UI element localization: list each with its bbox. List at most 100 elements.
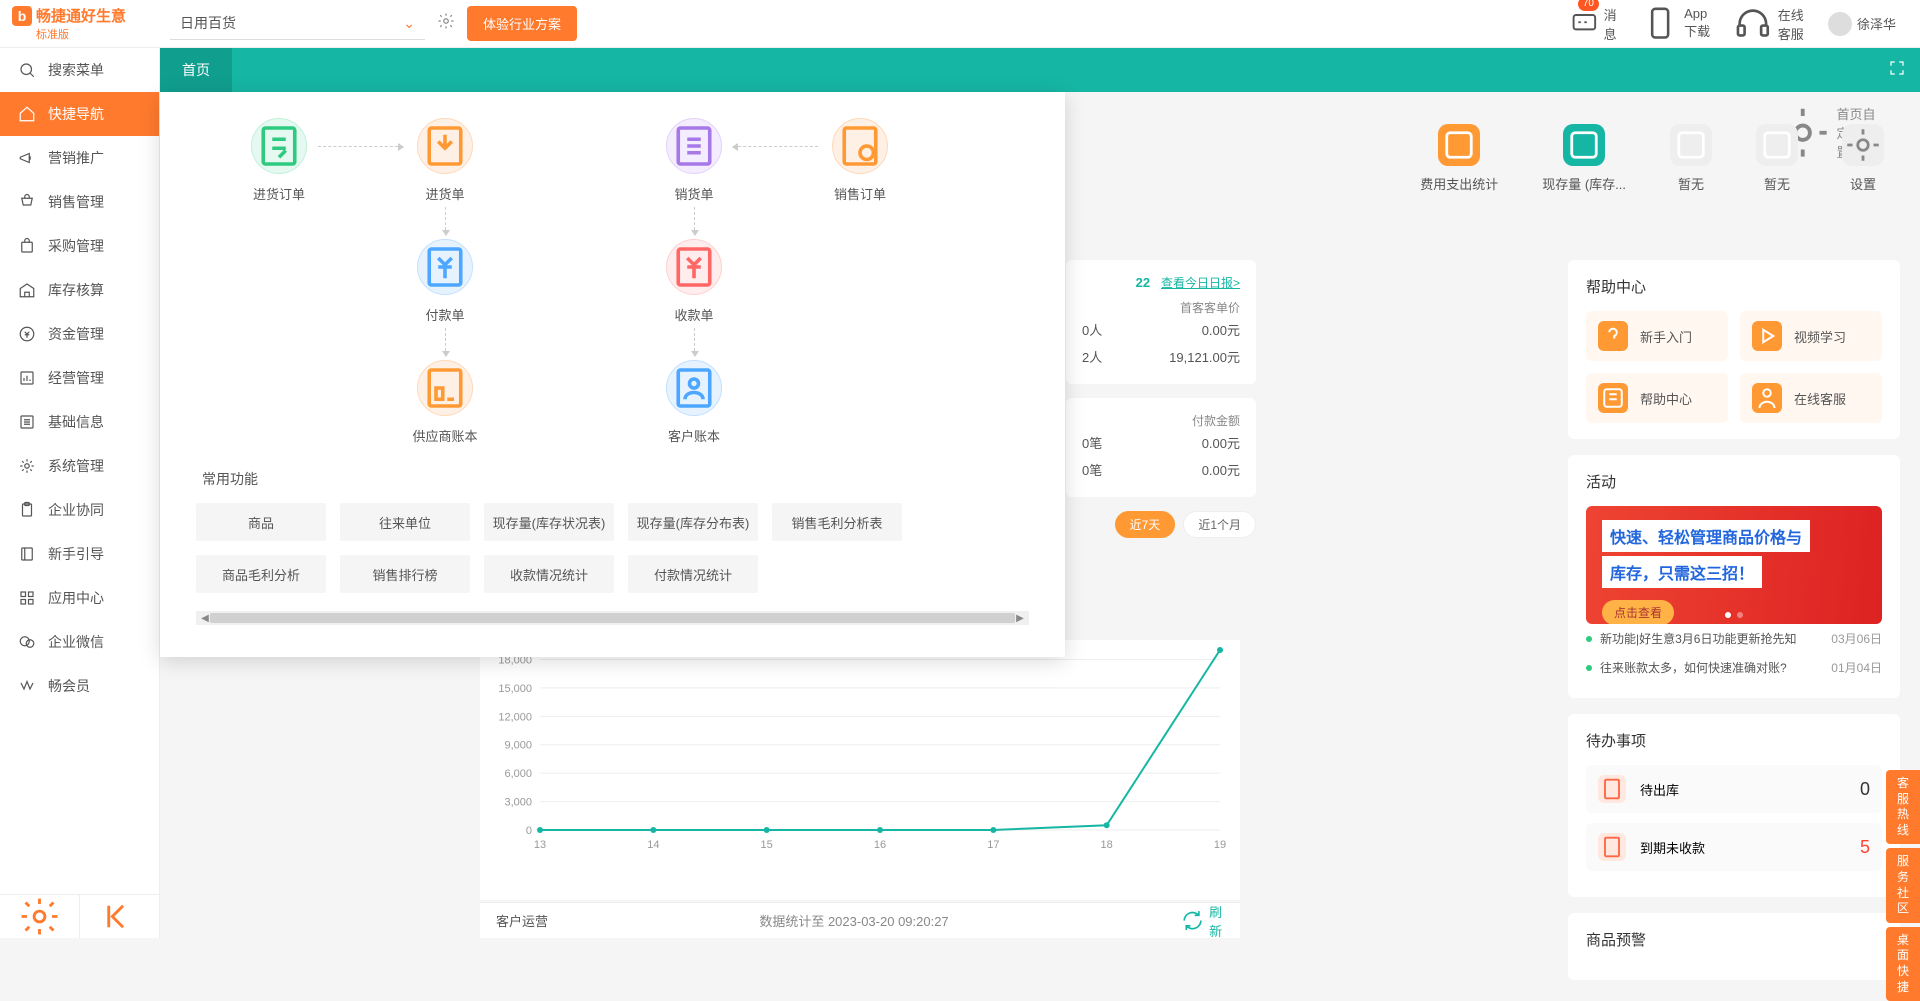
common-fn-button[interactable]: 销售毛利分析表 — [772, 503, 902, 541]
receipt-icon — [666, 239, 722, 295]
sidebar-item-clipboard[interactable]: 企业协同 — [0, 488, 159, 532]
shortcut-item[interactable]: 费用支出统计 — [1420, 124, 1498, 193]
scroll-right-icon[interactable]: ▶ — [1013, 613, 1027, 624]
logo[interactable]: b 畅捷通好生意 — [12, 5, 126, 26]
activity-banner[interactable]: 快速、轻松管理商品价格与 库存，只需这三招！ 点击查看 — [1586, 506, 1882, 624]
common-fn-button[interactable]: 现存量(库存分布表) — [628, 503, 758, 541]
sidebar-item-gear[interactable]: 系统管理 — [0, 444, 159, 488]
news-item[interactable]: 新功能|好生意3月6日功能更新抢先知03月06日 — [1586, 624, 1882, 653]
settings-gear-icon[interactable] — [437, 12, 455, 35]
common-fn-button[interactable]: 商品 — [196, 503, 326, 541]
flow-customer-ledger[interactable]: 客户账本 — [611, 360, 777, 445]
flow-sales-slip[interactable]: 销货单 — [611, 118, 777, 203]
period-7d[interactable]: 近7天 — [1115, 511, 1176, 538]
home-icon — [18, 105, 36, 123]
sidebar-item-cart[interactable]: 销售管理 — [0, 180, 159, 224]
common-fn-button[interactable]: 收款情况统计 — [484, 555, 614, 593]
sidebar-item-warehouse[interactable]: 库存核算 — [0, 268, 159, 312]
todo-icon — [1598, 833, 1626, 861]
purchase-order-icon — [251, 118, 307, 174]
shortcut-item[interactable]: 暂无 — [1756, 124, 1798, 193]
shortcut-item[interactable]: 暂无 — [1670, 124, 1712, 193]
carousel-dots[interactable] — [1725, 612, 1743, 618]
flow-sales-order[interactable]: 销售订单 — [777, 118, 943, 445]
refresh-button[interactable]: 刷新 — [1180, 902, 1224, 940]
sidebar-item-list[interactable]: 基础信息 — [0, 400, 159, 444]
experience-button[interactable]: 体验行业方案 — [467, 6, 577, 41]
todo-title: 待办事项 — [1586, 730, 1882, 751]
help-icon — [1752, 321, 1782, 351]
sidebar-collapse-icon[interactable] — [80, 895, 159, 938]
header-right: 70 消息 App下载 在线客服 徐泽华 — [1570, 4, 1920, 44]
float-tag[interactable]: 客服热线 — [1886, 770, 1920, 844]
app-download-link[interactable]: App下载 — [1641, 4, 1711, 42]
sidebar-item-coin[interactable]: 资金管理 — [0, 312, 159, 356]
flow-payment[interactable]: 付款单 — [362, 239, 528, 324]
banner-cta-button[interactable]: 点击查看 — [1602, 600, 1674, 624]
tab-home[interactable]: 首页 — [160, 48, 232, 92]
search-icon — [18, 61, 36, 79]
daily-report-link[interactable]: 查看今日日报> — [1161, 276, 1240, 290]
float-tag[interactable]: 服务社区 — [1886, 848, 1920, 922]
help-item[interactable]: 视频学习 — [1740, 311, 1882, 361]
horizontal-scrollbar[interactable]: ◀ ▶ — [196, 611, 1029, 625]
message-icon — [1570, 9, 1599, 38]
product-warning-card: 商品预警 — [1568, 913, 1900, 980]
svg-text:15,000: 15,000 — [498, 683, 532, 695]
sidebar-settings-icon[interactable] — [0, 895, 80, 938]
help-icon — [1598, 383, 1628, 413]
common-fn-button[interactable]: 往来单位 — [340, 503, 470, 541]
todo-item[interactable]: 待出库0 — [1586, 765, 1882, 813]
flow-purchase-slip[interactable]: 进货单 — [362, 118, 528, 203]
news-item[interactable]: 往来账款太多，如何快速准确对账?01月04日 — [1586, 653, 1882, 682]
svg-text:0: 0 — [526, 825, 532, 837]
sidebar-item-grid[interactable]: 应用中心 — [0, 576, 159, 620]
wechat-icon — [18, 633, 36, 651]
sidebar-item-megaphone[interactable]: 营销推广 — [0, 136, 159, 180]
book-icon — [18, 545, 36, 563]
flow-receipt[interactable]: 收款单 — [611, 239, 777, 324]
sidebar-item-vip[interactable]: 畅会员 — [0, 664, 159, 708]
help-item[interactable]: 在线客服 — [1740, 373, 1882, 423]
shortcut-icon — [1563, 124, 1605, 166]
flow-purchase-order[interactable]: 进货订单 — [196, 118, 362, 445]
sidebar-item-book[interactable]: 新手引导 — [0, 532, 159, 576]
user-menu[interactable]: 徐泽华 — [1828, 12, 1896, 36]
category-value: 日用百货 — [180, 13, 236, 33]
sidebar-item-bag[interactable]: 采购管理 — [0, 224, 159, 268]
activity-card: 活动 快速、轻松管理商品价格与 库存，只需这三招！ 点击查看 新功能|好生意3月… — [1568, 455, 1900, 698]
sidebar-item-wechat[interactable]: 企业微信 — [0, 620, 159, 664]
sidebar-item-chart[interactable]: 经营管理 — [0, 356, 159, 400]
common-fn-button[interactable]: 销售排行榜 — [340, 555, 470, 593]
svg-text:6,000: 6,000 — [504, 768, 532, 780]
category-select[interactable]: 日用百货 ⌄ — [170, 8, 425, 40]
period-1m[interactable]: 近1个月 — [1183, 511, 1256, 538]
bullet-icon — [1586, 636, 1592, 642]
common-fn-button[interactable]: 现存量(库存状况表) — [484, 503, 614, 541]
sidebar-item-search[interactable]: 搜索菜单 — [0, 48, 159, 92]
message-link[interactable]: 70 消息 — [1570, 5, 1619, 43]
shortcut-item[interactable]: 设置 — [1842, 124, 1884, 193]
warning-title: 商品预警 — [1586, 929, 1882, 950]
fullscreen-icon[interactable] — [1874, 59, 1920, 82]
todo-item[interactable]: 到期未收款5 — [1586, 823, 1882, 871]
help-icon — [1598, 321, 1628, 351]
payment-icon — [417, 239, 473, 295]
todo-card: 待办事项 待出库0 到期未收款5 — [1568, 714, 1900, 897]
headset-icon — [1733, 4, 1773, 44]
common-fn-button[interactable]: 商品毛利分析 — [196, 555, 326, 593]
bullet-icon — [1586, 665, 1592, 671]
online-service-link[interactable]: 在线客服 — [1733, 4, 1806, 44]
phone-icon — [1641, 4, 1679, 42]
shortcut-icon — [1756, 124, 1798, 166]
shortcut-item[interactable]: 现存量 (库存... — [1542, 124, 1626, 193]
common-fn-button[interactable]: 付款情况统计 — [628, 555, 758, 593]
scrollbar-thumb[interactable] — [210, 613, 1015, 623]
sidebar-item-home[interactable]: 快捷导航 — [0, 92, 159, 136]
common-functions-title: 常用功能 — [202, 469, 1029, 489]
help-item[interactable]: 新手入门 — [1586, 311, 1728, 361]
refresh-icon — [1180, 908, 1205, 933]
flow-supplier-ledger[interactable]: 供应商账本 — [362, 360, 528, 445]
message-badge: 70 — [1578, 0, 1599, 11]
help-item[interactable]: 帮助中心 — [1586, 373, 1728, 423]
